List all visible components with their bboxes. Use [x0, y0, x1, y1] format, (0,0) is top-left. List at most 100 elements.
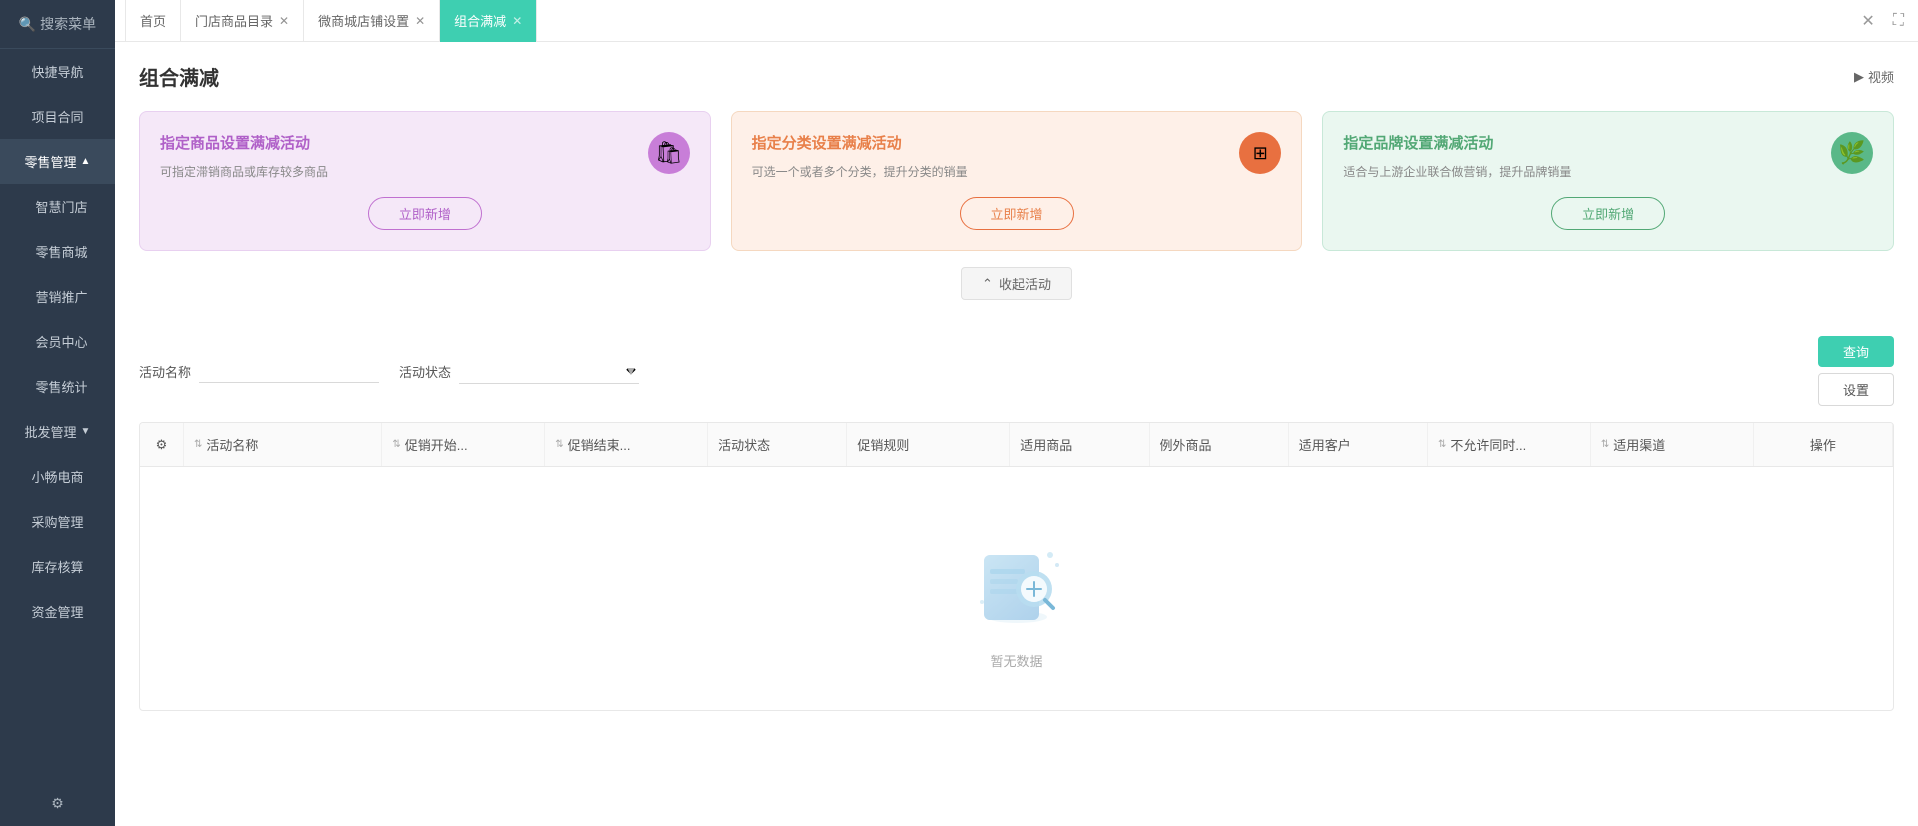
content-area: 组合满减 ▶ 视频 🛍 指定商品设置满减活动 可指定滞销商品或库存较多商品 立即… [115, 42, 1918, 826]
th-goods-label: 适用商品 [1020, 435, 1072, 454]
table-header: ⚙ ⇅ 活动名称 ⇅ 促销开始... ⇅ 促销结束... 活动状态 [140, 423, 1893, 467]
chevron-up-icon: ▲ [81, 156, 91, 167]
sidebar-search-label: 搜索菜单 [40, 16, 96, 32]
tab-bar-right: ✕ ⛶ [1857, 9, 1908, 33]
sidebar-settings-btn[interactable]: ⚙ [0, 781, 115, 826]
th-except-label: 例外商品 [1160, 435, 1212, 454]
th-notsame-label: 不允许同时... [1450, 435, 1526, 454]
filter-row: 活动名称 活动状态 ▼ 查询 设置 [139, 336, 1894, 406]
tab-home-label: 首页 [140, 11, 166, 30]
card-brand: 🌿 指定品牌设置满减活动 适合与上游企业联合做营销，提升品牌销量 立即新增 [1322, 111, 1894, 251]
card-goods-icon: 🛍 [648, 132, 690, 174]
th-gear[interactable]: ⚙ [140, 423, 184, 466]
th-status: 活动状态 [708, 423, 847, 466]
filter-status-label: 活动状态 [399, 362, 451, 381]
card-goods-desc: 可指定滞销商品或库存较多商品 [160, 163, 690, 181]
sidebar-item-project-contract[interactable]: 项目合同 [0, 94, 115, 139]
card-category: ⊞ 指定分类设置满减活动 可选一个或者多个分类，提升分类的销量 立即新增 [731, 111, 1303, 251]
sidebar-item-purchase-mgmt[interactable]: 采购管理 [0, 499, 115, 544]
collapse-activities-btn[interactable]: ⌃ 收起活动 [961, 267, 1072, 300]
tab-combo-discount-close[interactable]: ✕ [512, 14, 522, 28]
th-end[interactable]: ⇅ 促销结束... [545, 423, 708, 466]
filter-buttons: 查询 设置 [1818, 336, 1894, 406]
sort-icon-start: ⇅ [392, 440, 400, 450]
sidebar-item-finance[interactable]: 资金管理 [0, 589, 115, 634]
sort-icon-name: ⇅ [194, 440, 202, 450]
page-title: 组合满减 [139, 62, 219, 91]
chevron-down-icon: ▼ [81, 426, 91, 437]
play-icon: ▶ [1854, 69, 1864, 85]
card-goods: 🛍 指定商品设置满减活动 可指定滞销商品或库存较多商品 立即新增 [139, 111, 711, 251]
th-name-label: 活动名称 [206, 435, 258, 454]
filter-status-select[interactable] [459, 358, 639, 384]
filter-name: 活动名称 [139, 359, 379, 383]
card-category-add-btn[interactable]: 立即新增 [960, 197, 1074, 230]
tab-home[interactable]: 首页 [125, 0, 181, 42]
th-status-label: 活动状态 [718, 435, 770, 454]
collapse-btn-label: 收起活动 [999, 274, 1051, 293]
main-area: 首页 门店商品目录 ✕ 微商城店铺设置 ✕ 组合满减 ✕ ✕ ⛶ 组合满减 ▶ … [115, 0, 1918, 826]
card-brand-title: 指定品牌设置满减活动 [1343, 132, 1873, 153]
sidebar: 🔍 搜索菜单 快捷导航 项目合同 零售管理 ▲ 智慧门店 零售商城 营销推广 会… [0, 0, 115, 826]
page-header: 组合满减 ▶ 视频 [139, 62, 1894, 91]
tab-combo-discount-label: 组合满减 [454, 11, 506, 30]
filter-name-input[interactable] [199, 359, 379, 383]
th-channel-label: 适用渠道 [1613, 435, 1665, 454]
th-start[interactable]: ⇅ 促销开始... [382, 423, 545, 466]
filter-status-select-wrap[interactable]: ▼ [459, 358, 637, 384]
sidebar-item-marketing[interactable]: 营销推广 [0, 274, 115, 319]
sidebar-item-quick-nav[interactable]: 快捷导航 [0, 49, 115, 94]
sidebar-search[interactable]: 🔍 搜索菜单 [0, 0, 115, 49]
th-start-label: 促销开始... [405, 435, 468, 454]
tab-bar: 首页 门店商品目录 ✕ 微商城店铺设置 ✕ 组合满减 ✕ ✕ ⛶ [115, 0, 1918, 42]
th-goods: 适用商品 [1010, 423, 1149, 466]
th-notsame[interactable]: ⇅ 不允许同时... [1428, 423, 1591, 466]
card-goods-add-btn[interactable]: 立即新增 [368, 197, 482, 230]
tab-wechat-store-close[interactable]: ✕ [415, 14, 425, 28]
empty-text: 暂无数据 [990, 651, 1042, 670]
setting-button[interactable]: 设置 [1818, 373, 1894, 406]
card-category-desc: 可选一个或者多个分类，提升分类的销量 [752, 163, 1282, 181]
window-maximize-btn[interactable]: ⛶ [1889, 10, 1908, 32]
th-except: 例外商品 [1150, 423, 1289, 466]
th-action: 操作 [1754, 423, 1893, 466]
th-end-label: 促销结束... [568, 435, 631, 454]
search-icon: 🔍 [19, 16, 36, 32]
data-table: ⚙ ⇅ 活动名称 ⇅ 促销开始... ⇅ 促销结束... 活动状态 [139, 422, 1894, 711]
th-name[interactable]: ⇅ 活动名称 [184, 423, 382, 466]
th-channel[interactable]: ⇅ 适用渠道 [1591, 423, 1754, 466]
tab-combo-discount[interactable]: 组合满减 ✕ [440, 0, 537, 42]
sidebar-item-smart-store[interactable]: 智慧门店 [0, 184, 115, 229]
sidebar-item-retail-stats[interactable]: 零售统计 [0, 364, 115, 409]
th-customer-label: 适用客户 [1299, 435, 1351, 454]
tab-store-catalog-label: 门店商品目录 [195, 11, 273, 30]
tab-wechat-store-label: 微商城店铺设置 [318, 11, 409, 30]
card-brand-desc: 适合与上游企业联合做营销，提升品牌销量 [1343, 163, 1873, 181]
video-link[interactable]: ▶ 视频 [1854, 67, 1894, 86]
sidebar-item-retail-mgmt[interactable]: 零售管理 ▲ [0, 139, 115, 184]
card-category-title: 指定分类设置满减活动 [752, 132, 1282, 153]
th-customer: 适用客户 [1289, 423, 1428, 466]
tab-wechat-store[interactable]: 微商城店铺设置 ✕ [304, 0, 440, 42]
tab-store-catalog-close[interactable]: ✕ [279, 14, 289, 28]
chevron-up-icon: ⌃ [982, 276, 993, 292]
sidebar-item-member-center[interactable]: 会员中心 [0, 319, 115, 364]
empty-illustration [962, 527, 1072, 637]
sidebar-item-inventory[interactable]: 库存核算 [0, 544, 115, 589]
card-brand-icon: 🌿 [1831, 132, 1873, 174]
sidebar-item-wholesale-mgmt[interactable]: 批发管理 ▼ [0, 409, 115, 454]
filter-status: 活动状态 ▼ [399, 358, 637, 384]
sidebar-item-xiaochang[interactable]: 小畅电商 [0, 454, 115, 499]
sort-icon-end: ⇅ [555, 440, 563, 450]
window-close-btn[interactable]: ✕ [1857, 9, 1878, 33]
settings-icon: ⚙ [51, 795, 64, 811]
gear-icon: ⚙ [156, 437, 168, 453]
tab-store-catalog[interactable]: 门店商品目录 ✕ [181, 0, 304, 42]
video-label: 视频 [1868, 67, 1894, 86]
query-button[interactable]: 查询 [1818, 336, 1894, 367]
sort-icon-notsame: ⇅ [1438, 440, 1446, 450]
th-action-label: 操作 [1810, 435, 1836, 454]
card-brand-add-btn[interactable]: 立即新增 [1551, 197, 1665, 230]
card-goods-title: 指定商品设置满减活动 [160, 132, 690, 153]
sidebar-item-retail-mall[interactable]: 零售商城 [0, 229, 115, 274]
